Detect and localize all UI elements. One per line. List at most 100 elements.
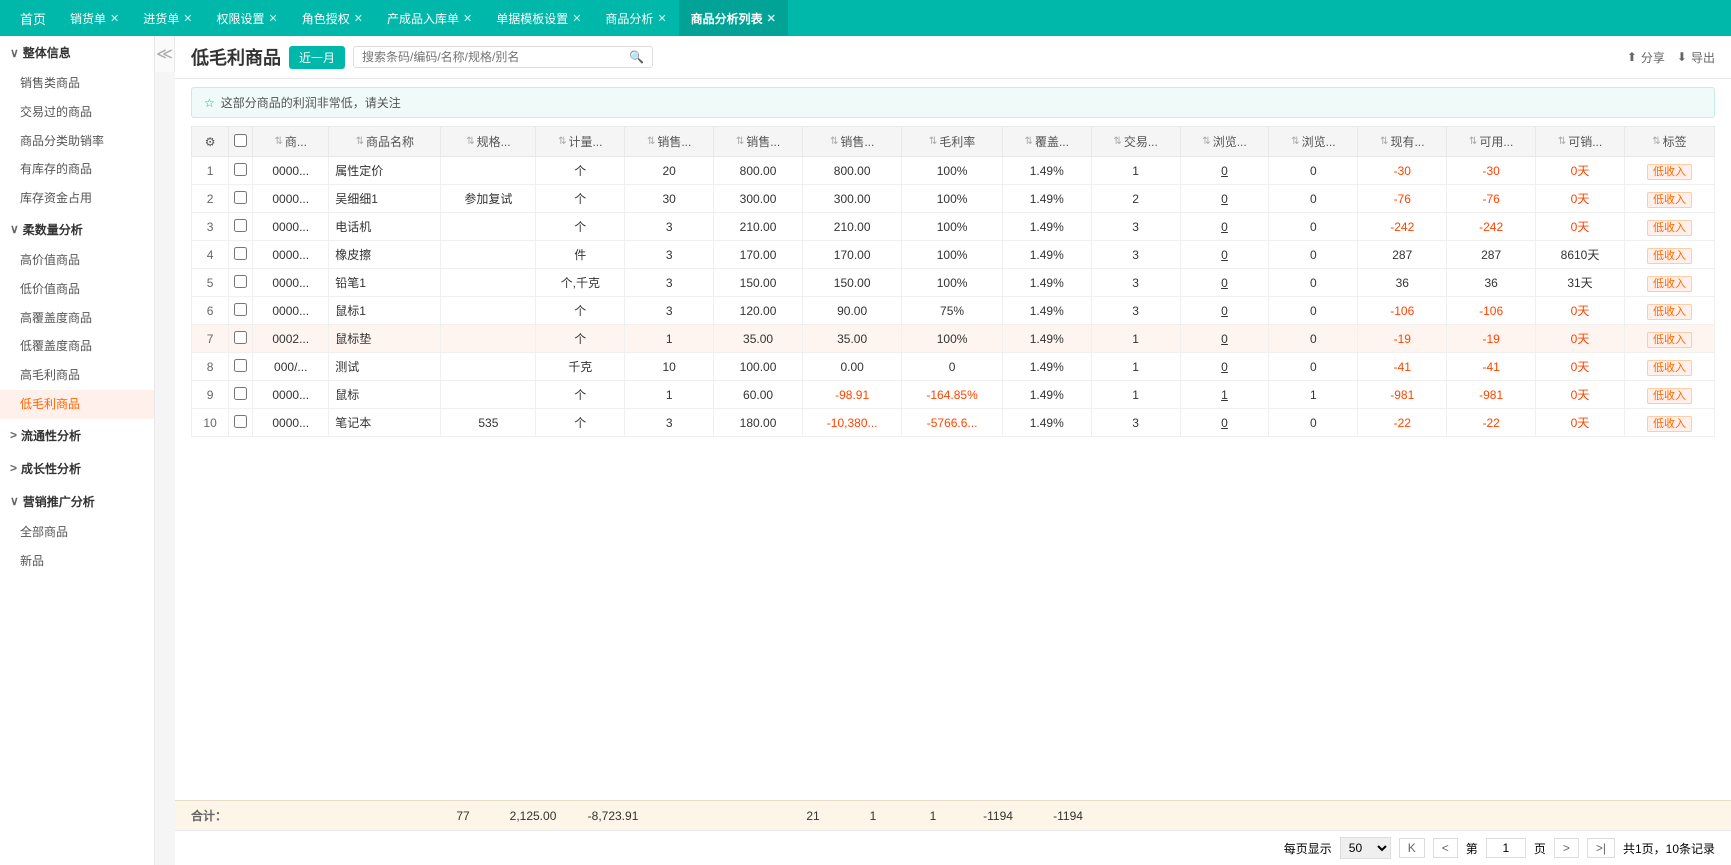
page-input[interactable] xyxy=(1486,838,1526,858)
nav-template[interactable]: 单据模板设置 ✕ xyxy=(484,0,593,36)
col-sales-qty[interactable]: ⇅销售... xyxy=(625,127,714,157)
row-checkbox[interactable] xyxy=(234,387,247,400)
sidebar-item-high-margin[interactable]: 高毛利商品 xyxy=(0,361,154,390)
col-sales-price[interactable]: ⇅销售... xyxy=(714,127,803,157)
col-saleable[interactable]: ⇅可销... xyxy=(1536,127,1625,157)
sidebar-item-category-rate[interactable]: 商品分类助销率 xyxy=(0,127,154,156)
per-page-select[interactable]: 50 100 xyxy=(1340,837,1391,859)
row-checkbox-cell[interactable] xyxy=(229,409,253,437)
row-browse1[interactable]: 0 xyxy=(1180,157,1269,185)
share-button[interactable]: ⬆ 分享 xyxy=(1627,49,1665,66)
col-browse1[interactable]: ⇅浏览... xyxy=(1180,127,1269,157)
search-input[interactable] xyxy=(362,50,629,64)
nav-home[interactable]: 首页 xyxy=(8,0,58,36)
sidebar-group-overall[interactable]: ∨ 整体信息 xyxy=(0,36,154,69)
col-gross-margin[interactable]: ⇅毛利率 xyxy=(902,127,1002,157)
select-all-checkbox[interactable] xyxy=(234,134,247,147)
row-browse1[interactable]: 1 xyxy=(1180,381,1269,409)
sidebar-item-low-coverage[interactable]: 低覆盖度商品 xyxy=(0,332,154,361)
row-checkbox-cell[interactable] xyxy=(229,241,253,269)
sidebar-item-low-margin[interactable]: 低毛利商品 xyxy=(0,390,154,419)
nav-sales[interactable]: 销货单 ✕ xyxy=(58,0,131,36)
last-page-button[interactable]: >| xyxy=(1587,838,1615,858)
search-icon[interactable]: 🔍 xyxy=(629,50,644,64)
row-checkbox-cell[interactable] xyxy=(229,269,253,297)
row-checkbox-cell[interactable] xyxy=(229,157,253,185)
nav-product-analysis-list-close[interactable]: ✕ xyxy=(767,12,776,25)
sidebar-item-stock-goods[interactable]: 有库存的商品 xyxy=(0,155,154,184)
row-browse1[interactable]: 0 xyxy=(1180,353,1269,381)
sidebar-group-flow[interactable]: > 流通性分析 xyxy=(0,419,154,452)
nav-permission-close[interactable]: ✕ xyxy=(269,12,278,25)
sidebar-item-all-goods[interactable]: 全部商品 xyxy=(0,518,154,547)
row-checkbox[interactable] xyxy=(234,191,247,204)
sidebar-group-growth[interactable]: > 成长性分析 xyxy=(0,452,154,485)
prev-page-button[interactable]: < xyxy=(1433,838,1458,858)
row-checkbox-cell[interactable] xyxy=(229,353,253,381)
col-settings[interactable]: ⚙ xyxy=(192,127,229,157)
row-checkbox[interactable] xyxy=(234,219,247,232)
col-current-stock[interactable]: ⇅现有... xyxy=(1358,127,1447,157)
sidebar-item-stock-capital[interactable]: 库存资金占用 xyxy=(0,184,154,213)
col-coverage[interactable]: ⇅覆盖... xyxy=(1002,127,1091,157)
sidebar-item-new-goods[interactable]: 新品 xyxy=(0,547,154,576)
sidebar-collapse-button[interactable]: ≪ xyxy=(155,36,175,72)
sidebar-item-traded-goods[interactable]: 交易过的商品 xyxy=(0,98,154,127)
sidebar-group-marketing[interactable]: ∨ 营销推广分析 xyxy=(0,485,154,518)
row-browse1[interactable]: 0 xyxy=(1180,409,1269,437)
nav-product-analysis-list[interactable]: 商品分析列表 ✕ xyxy=(679,0,788,36)
sidebar-item-sales-goods[interactable]: 销售类商品 xyxy=(0,69,154,98)
nav-product-analysis[interactable]: 商品分析 ✕ xyxy=(593,0,678,36)
nav-role-close[interactable]: ✕ xyxy=(354,12,363,25)
next-page-button[interactable]: > xyxy=(1554,838,1579,858)
col-name[interactable]: ⇅商品名称 xyxy=(329,127,441,157)
nav-template-close[interactable]: ✕ xyxy=(572,12,581,25)
col-sales-profit[interactable]: ⇅销售... xyxy=(802,127,901,157)
col-tag[interactable]: ⇅标签 xyxy=(1624,127,1714,157)
row-saleable: 8610天 xyxy=(1536,241,1625,269)
search-box[interactable]: 🔍 xyxy=(353,46,653,68)
nav-product-stock[interactable]: 产成品入库单 ✕ xyxy=(375,0,484,36)
first-page-button[interactable]: K xyxy=(1399,838,1425,858)
nav-product-analysis-close[interactable]: ✕ xyxy=(657,12,666,25)
row-checkbox[interactable] xyxy=(234,359,247,372)
sidebar-item-high-value[interactable]: 高价值商品 xyxy=(0,246,154,275)
row-checkbox[interactable] xyxy=(234,275,247,288)
col-code[interactable]: ⇅商... xyxy=(253,127,329,157)
row-browse1[interactable]: 0 xyxy=(1180,213,1269,241)
row-browse1[interactable]: 0 xyxy=(1180,269,1269,297)
row-checkbox-cell[interactable] xyxy=(229,185,253,213)
table-container[interactable]: ⚙ ⇅商... ⇅商品名称 ⇅规格... ⇅计量... ⇅销售... ⇅销售..… xyxy=(175,126,1731,800)
row-browse1[interactable]: 0 xyxy=(1180,297,1269,325)
row-checkbox[interactable] xyxy=(234,415,247,428)
col-browse2[interactable]: ⇅浏览... xyxy=(1269,127,1358,157)
row-checkbox[interactable] xyxy=(234,331,247,344)
col-spec[interactable]: ⇅规格... xyxy=(441,127,536,157)
row-browse1[interactable]: 0 xyxy=(1180,325,1269,353)
filter-month-button[interactable]: 近一月 xyxy=(289,46,345,69)
col-trade[interactable]: ⇅交易... xyxy=(1091,127,1180,157)
row-checkbox[interactable] xyxy=(234,247,247,260)
row-checkbox-cell[interactable] xyxy=(229,325,253,353)
nav-purchase[interactable]: 进货单 ✕ xyxy=(131,0,204,36)
sidebar-item-high-coverage[interactable]: 高覆盖度商品 xyxy=(0,304,154,333)
nav-purchase-close[interactable]: ✕ xyxy=(183,12,192,25)
row-browse1[interactable]: 0 xyxy=(1180,185,1269,213)
row-sales-price: 120.00 xyxy=(714,297,803,325)
col-available[interactable]: ⇅可用... xyxy=(1447,127,1536,157)
sidebar-item-low-value[interactable]: 低价值商品 xyxy=(0,275,154,304)
nav-role[interactable]: 角色授权 ✕ xyxy=(290,0,375,36)
row-browse1[interactable]: 0 xyxy=(1180,241,1269,269)
col-checkbox[interactable] xyxy=(229,127,253,157)
nav-product-stock-close[interactable]: ✕ xyxy=(463,12,472,25)
row-checkbox[interactable] xyxy=(234,303,247,316)
row-checkbox-cell[interactable] xyxy=(229,297,253,325)
export-button[interactable]: ⬇ 导出 xyxy=(1677,49,1715,66)
col-unit[interactable]: ⇅计量... xyxy=(536,127,625,157)
sidebar-group-quantity[interactable]: ∨ 柔数量分析 xyxy=(0,213,154,246)
row-checkbox[interactable] xyxy=(234,163,247,176)
nav-sales-close[interactable]: ✕ xyxy=(110,12,119,25)
row-checkbox-cell[interactable] xyxy=(229,213,253,241)
nav-permission[interactable]: 权限设置 ✕ xyxy=(204,0,289,36)
row-checkbox-cell[interactable] xyxy=(229,381,253,409)
